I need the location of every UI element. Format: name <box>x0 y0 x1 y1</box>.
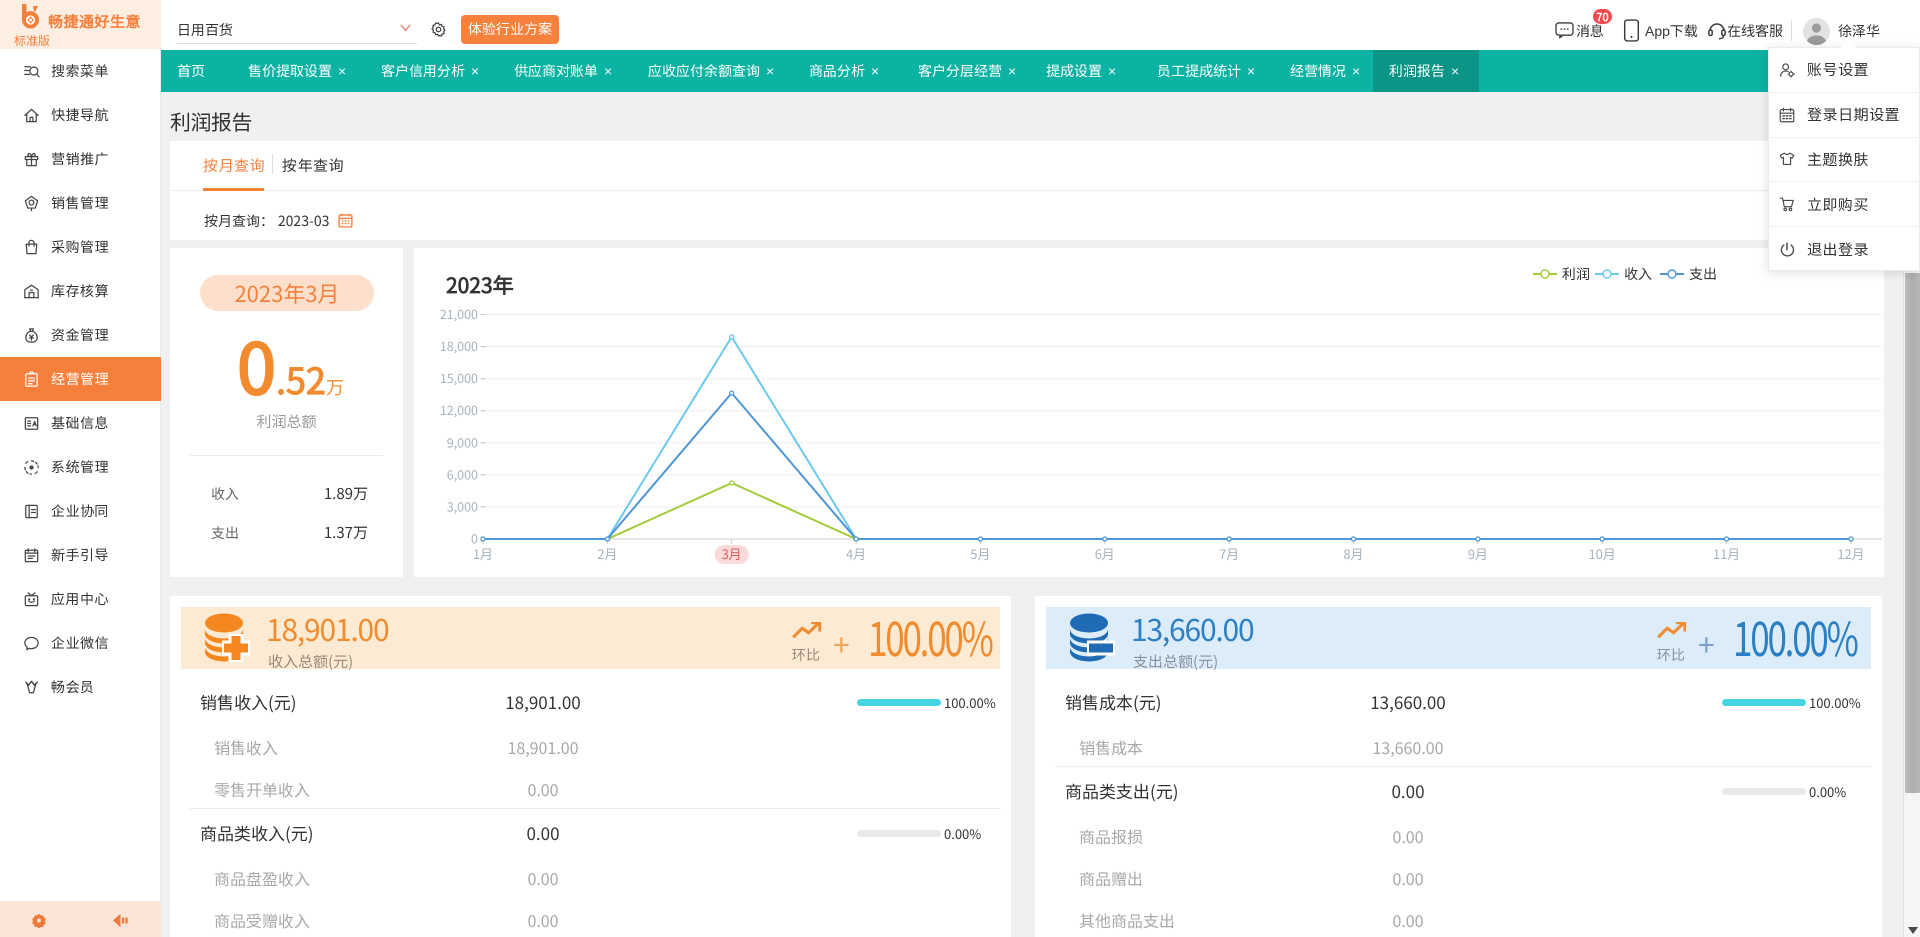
svg-text:15,000: 15,000 <box>440 368 478 387</box>
svg-text:6,000: 6,000 <box>447 464 478 483</box>
svg-text:18,000: 18,000 <box>440 336 478 355</box>
svg-text:11月: 11月 <box>1713 544 1740 563</box>
svg-text:2月: 2月 <box>597 544 617 563</box>
svg-text:12月: 12月 <box>1837 544 1864 563</box>
svg-text:5月: 5月 <box>970 544 990 563</box>
svg-text:9月: 9月 <box>1468 544 1488 563</box>
svg-text:12,000: 12,000 <box>440 400 478 419</box>
svg-text:1月: 1月 <box>473 544 493 563</box>
svg-text:3,000: 3,000 <box>447 496 478 515</box>
svg-text:4月: 4月 <box>846 544 866 563</box>
svg-text:10月: 10月 <box>1588 544 1615 563</box>
svg-text:7月: 7月 <box>1219 544 1239 563</box>
svg-text:6月: 6月 <box>1095 544 1115 563</box>
svg-text:3月: 3月 <box>722 544 742 563</box>
svg-text:21,000: 21,000 <box>440 304 478 323</box>
svg-text:8月: 8月 <box>1343 544 1363 563</box>
svg-text:9,000: 9,000 <box>447 432 478 451</box>
